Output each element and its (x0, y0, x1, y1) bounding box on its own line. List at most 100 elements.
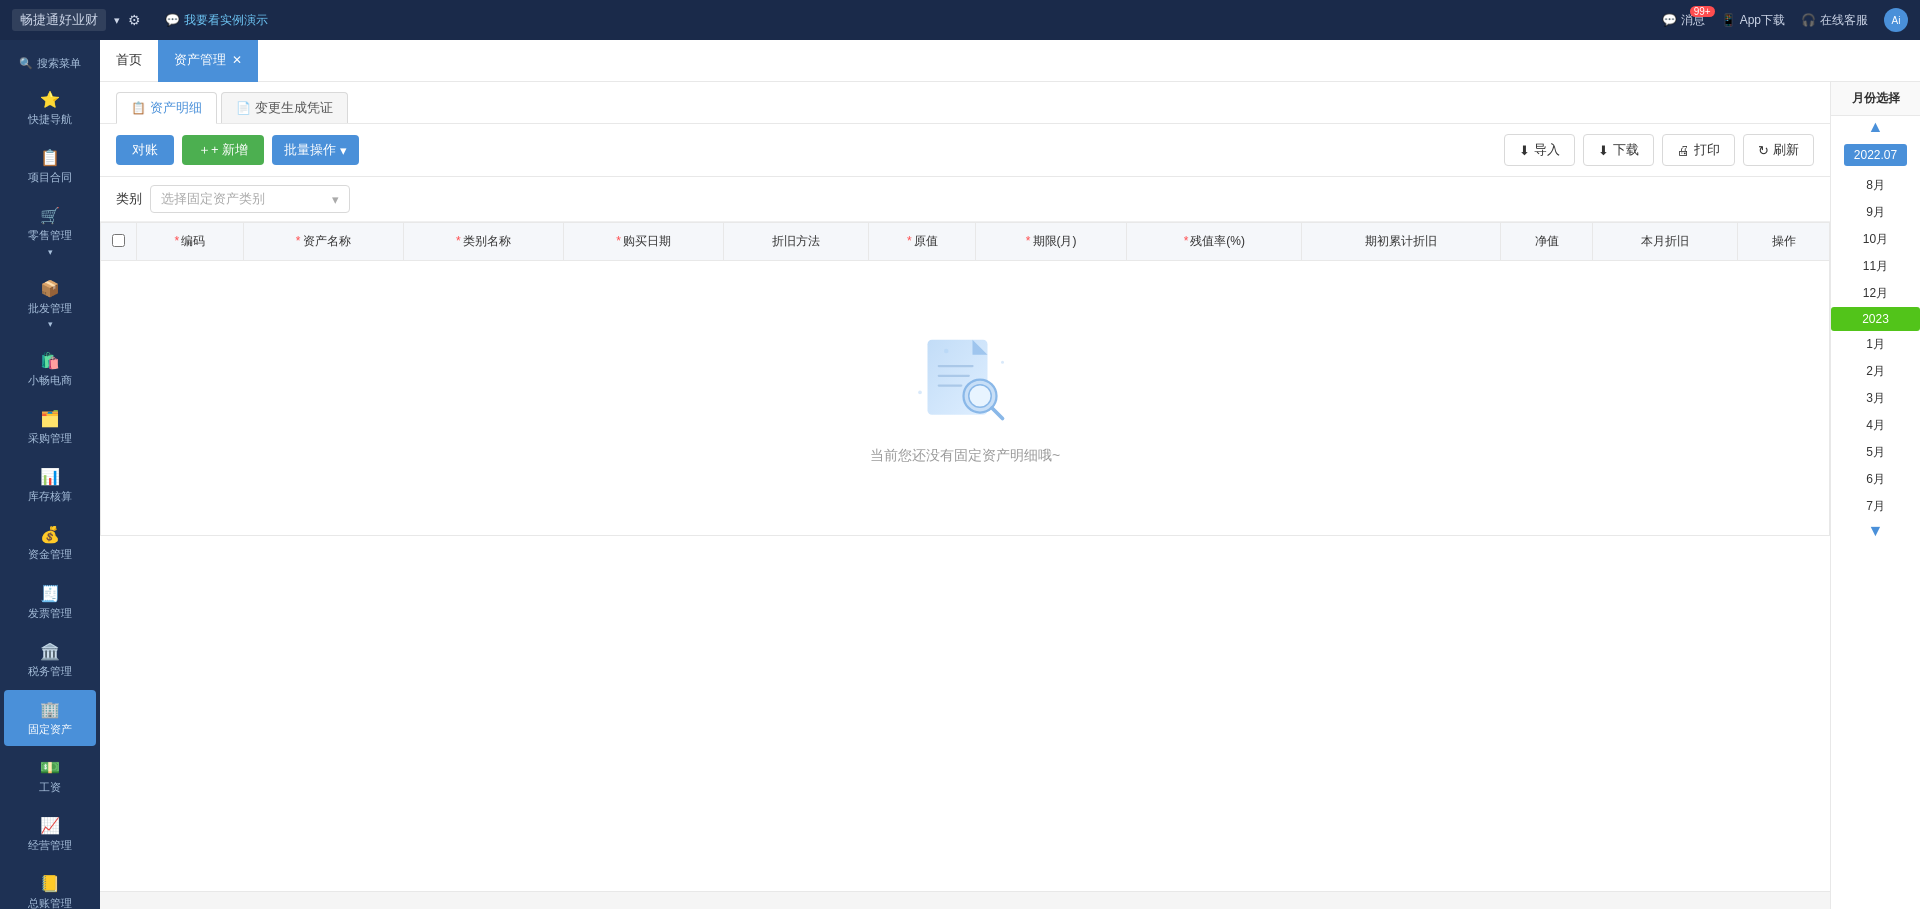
operations-icon: 📈 (40, 816, 60, 835)
category-select[interactable]: 选择固定资产类别 ▾ (150, 185, 350, 213)
item-label: 发票管理 (28, 607, 72, 620)
col-header-residual-rate: *残值率(%) (1127, 223, 1302, 261)
select-all-checkbox[interactable] (112, 234, 125, 247)
month-item-12[interactable]: 12月 (1831, 280, 1920, 307)
company-dropdown-arrow[interactable]: ▾ (114, 14, 120, 27)
month-item-3[interactable]: 3月 (1831, 385, 1920, 412)
item-label: 税务管理 (28, 665, 72, 678)
sub-tab-change-voucher[interactable]: 📄 变更生成凭证 (221, 92, 348, 123)
import-button[interactable]: ⬇ 导入 (1504, 134, 1575, 166)
sidebar-item-retail[interactable]: 🛒 零售管理 ▾ (4, 196, 96, 266)
shortcut-label: 快捷导航 (28, 113, 72, 126)
search-menu-button[interactable]: 🔍 搜索菜单 (0, 48, 100, 79)
add-button[interactable]: ＋ + 新增 (182, 135, 264, 165)
expand-icon: ▾ (48, 247, 53, 257)
table-header-checkbox[interactable] (101, 223, 137, 261)
month-item-2[interactable]: 2月 (1831, 358, 1920, 385)
item-label: 总账管理 (28, 897, 72, 909)
page-content: 📋 资产明细 📄 变更生成凭证 对账 ＋ + 新增 (100, 82, 1920, 909)
header-right: 💬 消息 99+ 📱 App下载 🎧 在线客服 Ai (1662, 8, 1908, 32)
empty-state: 当前您还没有固定资产明细哦~ (109, 271, 1821, 525)
col-header-original-value: *原值 (869, 223, 976, 261)
item-label: 固定资产 (28, 723, 72, 736)
col-header-purchase-date: *购买日期 (563, 223, 723, 261)
sidebar-item-ledger[interactable]: 📒 总账管理 (4, 864, 96, 909)
payroll-icon: 💵 (40, 758, 60, 777)
tab-home[interactable]: 首页 (100, 40, 158, 82)
expand-icon: ▾ (48, 319, 53, 329)
download-button[interactable]: ⬇ 下载 (1583, 134, 1654, 166)
purchase-icon: 🗂️ (40, 409, 60, 428)
month-item-8[interactable]: 8月 (1831, 172, 1920, 199)
user-avatar[interactable]: Ai (1884, 8, 1908, 32)
current-period-label[interactable]: 2022.07 (1844, 144, 1907, 166)
app-download-button[interactable]: 📱 App下载 (1721, 12, 1785, 29)
sub-tabs: 📋 资产明细 📄 变更生成凭证 (100, 82, 1830, 124)
month-item-5[interactable]: 5月 (1831, 439, 1920, 466)
month-nav-up[interactable]: ▲ (1868, 116, 1884, 138)
month-item-1[interactable]: 1月 (1831, 331, 1920, 358)
sidebar-item-shortcut[interactable]: ⭐ 快捷导航 (4, 80, 96, 136)
svg-point-9 (918, 390, 922, 394)
tax-icon: 🏛️ (40, 642, 60, 661)
messages-button[interactable]: 💬 消息 99+ (1662, 12, 1705, 29)
col-header-operation: 操作 (1738, 223, 1830, 261)
item-label: 小畅电商 (28, 374, 72, 387)
empty-illustration (905, 331, 1025, 431)
sidebar-item-fund[interactable]: 💰 资金管理 (4, 515, 96, 571)
sidebar-item-project-contract[interactable]: 📋 项目合同 (4, 138, 96, 194)
refresh-button[interactable]: ↻ 刷新 (1743, 134, 1814, 166)
month-item-4[interactable]: 4月 (1831, 412, 1920, 439)
tab-close-icon[interactable]: ✕ (232, 53, 242, 67)
demo-icon: 💬 (165, 13, 180, 27)
download-icon: 📱 (1721, 13, 1736, 27)
reconcile-button[interactable]: 对账 (116, 135, 174, 165)
sidebar-item-wholesale[interactable]: 📦 批发管理 ▾ (4, 269, 96, 339)
sidebar-item-ecommerce[interactable]: 🛍️ 小畅电商 (4, 341, 96, 397)
sub-tab-asset-detail[interactable]: 📋 资产明细 (116, 92, 217, 124)
demo-link[interactable]: 💬 我要看实例演示 (165, 12, 268, 29)
toolbar: 对账 ＋ + 新增 批量操作 ▾ ⬇ 导入 (100, 124, 1830, 177)
invoice-icon: 🧾 (40, 584, 60, 603)
month-item-10[interactable]: 10月 (1831, 226, 1920, 253)
month-nav-down[interactable]: ▼ (1868, 520, 1884, 542)
month-item-7[interactable]: 7月 (1831, 493, 1920, 520)
asset-detail-icon: 📋 (131, 101, 146, 115)
item-label: 零售管理 (28, 229, 72, 242)
sidebar-item-operations[interactable]: 📈 经营管理 (4, 806, 96, 862)
import-icon: ⬇ (1519, 143, 1530, 158)
settings-icon[interactable]: ⚙ (128, 12, 141, 28)
svg-point-8 (1001, 361, 1004, 364)
company-name[interactable]: 畅捷通好业财 (12, 9, 106, 31)
month-item-9[interactable]: 9月 (1831, 199, 1920, 226)
header-left: 畅捷通好业财 ▾ ⚙ 💬 我要看实例演示 (12, 9, 1662, 31)
col-header-monthly-depreciation: 本月折旧 (1593, 223, 1738, 261)
wholesale-icon: 📦 (40, 279, 60, 298)
month-item-11[interactable]: 11月 (1831, 253, 1920, 280)
print-icon: 🖨 (1677, 143, 1690, 158)
empty-text: 当前您还没有固定资产明细哦~ (870, 447, 1060, 465)
main-layout: 🔍 搜索菜单 ⭐ 快捷导航 📋 项目合同 🛒 零售管理 ▾ 📦 批发管理 ▾ 🛍… (0, 40, 1920, 909)
ledger-icon: 📒 (40, 874, 60, 893)
sidebar-item-tax[interactable]: 🏛️ 税务管理 (4, 632, 96, 688)
bottom-scrollbar[interactable] (100, 891, 1830, 909)
tab-asset-mgmt[interactable]: 资产管理 ✕ (158, 40, 258, 82)
month-item-6[interactable]: 6月 (1831, 466, 1920, 493)
batch-dropdown-icon: ▾ (340, 143, 347, 158)
sidebar-item-invoice[interactable]: 🧾 发票管理 (4, 574, 96, 630)
batch-ops-button[interactable]: 批量操作 ▾ (272, 135, 359, 165)
sidebar-item-payroll[interactable]: 💵 工资 (4, 748, 96, 804)
main-panel: 📋 资产明细 📄 变更生成凭证 对账 ＋ + 新增 (100, 82, 1830, 909)
shortcut-icon: ⭐ (40, 90, 60, 109)
search-icon: 🔍 (19, 57, 33, 70)
sidebar-item-inventory[interactable]: 📊 库存核算 (4, 457, 96, 513)
select-dropdown-icon: ▾ (332, 192, 339, 207)
sidebar-item-fixed-assets[interactable]: 🏢 固定资产 (4, 690, 96, 746)
sidebar-item-purchase[interactable]: 🗂️ 采购管理 (4, 399, 96, 455)
online-service-button[interactable]: 🎧 在线客服 (1801, 12, 1868, 29)
col-header-category: *类别名称 (403, 223, 563, 261)
item-label: 项目合同 (28, 171, 72, 184)
add-icon: ＋ (198, 141, 211, 159)
category-placeholder: 选择固定资产类别 (161, 190, 265, 208)
print-button[interactable]: 🖨 打印 (1662, 134, 1735, 166)
